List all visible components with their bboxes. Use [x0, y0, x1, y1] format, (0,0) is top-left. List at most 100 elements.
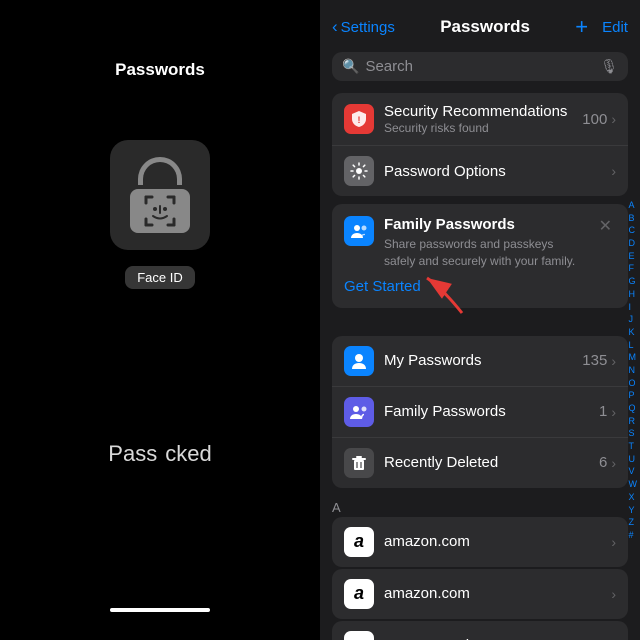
- nav-bar: ‹ Settings Passwords + Edit: [320, 0, 640, 48]
- alpha-v[interactable]: V: [629, 466, 638, 478]
- amazon-title-1: amazon.com: [384, 533, 601, 550]
- right-scroll-area[interactable]: ! Security Recommendations Security risk…: [320, 89, 640, 640]
- family-passwords-right: 1 ›: [599, 403, 616, 420]
- face-id-label: Face ID: [125, 266, 195, 289]
- password-options-content: Password Options: [384, 163, 601, 180]
- amazon-chevron-2-icon: ›: [611, 586, 616, 602]
- family-card-title: Family Passwords: [384, 216, 585, 233]
- alpha-p[interactable]: P: [629, 390, 638, 402]
- faceid-icon: [140, 191, 180, 231]
- alpha-t[interactable]: T: [629, 441, 638, 453]
- alpha-x[interactable]: X: [629, 492, 638, 504]
- search-input[interactable]: Search: [365, 58, 594, 75]
- security-right: 100 ›: [582, 111, 616, 128]
- alpha-hash[interactable]: #: [629, 530, 638, 542]
- person-icon: [350, 352, 368, 370]
- amazon-item-1[interactable]: a amazon.com ›: [332, 517, 628, 567]
- amazon-icon-1: a: [344, 527, 374, 557]
- family-card-icon: [344, 216, 374, 246]
- amazon-text-1: amazon.com: [384, 533, 601, 550]
- amazon-title-2: amazon.com: [384, 585, 601, 602]
- amazon-item-3[interactable]: a amazon work ›: [332, 621, 628, 640]
- recently-deleted-item[interactable]: Recently Deleted 6 ›: [332, 437, 628, 488]
- alpha-z[interactable]: Z: [629, 517, 638, 529]
- my-passwords-chevron-icon: ›: [611, 353, 616, 369]
- alpha-c[interactable]: C: [629, 225, 638, 237]
- family-passwords-item[interactable]: Family Passwords 1 ›: [332, 386, 628, 437]
- my-passwords-badge: 135: [582, 352, 607, 369]
- family-card-close-button[interactable]: ✕: [595, 216, 616, 236]
- lock-body: [130, 189, 190, 233]
- recently-deleted-icon: [344, 448, 374, 478]
- security-recommendations-item[interactable]: ! Security Recommendations Security risk…: [332, 93, 628, 145]
- amazon-chevron-1-icon: ›: [611, 534, 616, 550]
- alpha-q[interactable]: Q: [629, 403, 638, 415]
- family-passwords-title: Family Passwords: [384, 403, 589, 420]
- alpha-g[interactable]: G: [629, 276, 638, 288]
- family-passwords-icon: [344, 397, 374, 427]
- trash-icon: [350, 454, 368, 472]
- recently-deleted-right: 6 ›: [599, 454, 616, 471]
- alpha-s[interactable]: S: [629, 428, 638, 440]
- alpha-h[interactable]: H: [629, 289, 638, 301]
- lock-text-row: Pass cked: [108, 441, 211, 467]
- my-passwords-icon: [344, 346, 374, 376]
- alpha-k[interactable]: K: [629, 327, 638, 339]
- alpha-d[interactable]: D: [629, 238, 638, 250]
- edit-button[interactable]: Edit: [602, 19, 628, 36]
- nav-title: Passwords: [440, 17, 530, 37]
- amazon-item-2[interactable]: a amazon.com ›: [332, 569, 628, 619]
- family-card-desc: Share passwords and passkeys safely and …: [384, 236, 585, 270]
- add-button[interactable]: +: [575, 14, 588, 40]
- get-started-button[interactable]: Get Started: [344, 278, 421, 295]
- alpha-e[interactable]: E: [629, 251, 638, 263]
- family-card-header: Family Passwords Share passwords and pas…: [344, 216, 616, 270]
- pass-text-right: cked: [165, 441, 211, 467]
- recently-deleted-title: Recently Deleted: [384, 454, 589, 471]
- alpha-n[interactable]: N: [629, 365, 638, 377]
- section-security: ! Security Recommendations Security risk…: [332, 93, 628, 196]
- alpha-r[interactable]: R: [629, 416, 638, 428]
- pass-text-left: Pass: [108, 441, 157, 467]
- family-card-content: Family Passwords Share passwords and pas…: [384, 216, 585, 270]
- alpha-u[interactable]: U: [629, 454, 638, 466]
- family-passwords-card: Family Passwords Share passwords and pas…: [332, 204, 628, 308]
- alpha-m[interactable]: M: [629, 352, 638, 364]
- security-chevron-icon: ›: [611, 111, 616, 127]
- alpha-a[interactable]: A: [629, 200, 638, 212]
- back-button[interactable]: ‹ Settings: [332, 17, 395, 37]
- gear-icon: [350, 162, 368, 180]
- lock-container: Face ID: [110, 140, 210, 289]
- recently-deleted-content: Recently Deleted: [384, 454, 589, 471]
- red-arrow-annotation: [412, 268, 472, 318]
- password-options-item[interactable]: Password Options ›: [332, 145, 628, 196]
- recently-deleted-badge: 6: [599, 454, 607, 471]
- right-panel: ‹ Settings Passwords + Edit 🔍 Search 🎙 !: [320, 0, 640, 640]
- recently-deleted-chevron-icon: ›: [611, 455, 616, 471]
- alpha-i[interactable]: I: [629, 302, 638, 314]
- alpha-j[interactable]: J: [629, 314, 638, 326]
- alpha-o[interactable]: O: [629, 378, 638, 390]
- my-passwords-item[interactable]: My Passwords 135 ›: [332, 336, 628, 386]
- alpha-b[interactable]: B: [629, 213, 638, 225]
- svg-text:!: !: [358, 115, 361, 125]
- search-bar[interactable]: 🔍 Search 🎙: [332, 52, 628, 81]
- alpha-l[interactable]: L: [629, 340, 638, 352]
- alpha-w[interactable]: W: [629, 479, 638, 491]
- nav-actions: + Edit: [575, 14, 628, 40]
- family-passwords-badge: 1: [599, 403, 607, 420]
- amazon-icon-2: a: [344, 579, 374, 609]
- search-icon: 🔍: [342, 58, 359, 75]
- section-a-label: A: [320, 496, 640, 517]
- section-passwords: My Passwords 135 › Fa: [332, 336, 628, 488]
- mic-icon[interactable]: 🎙: [600, 58, 618, 75]
- alpha-y[interactable]: Y: [629, 505, 638, 517]
- alpha-f[interactable]: F: [629, 263, 638, 275]
- amazon-section: a amazon.com › a amazon.com › a amazon w…: [332, 517, 628, 640]
- left-title: Passwords: [115, 60, 205, 80]
- people-group-icon: [350, 403, 368, 421]
- password-options-right: ›: [611, 163, 616, 179]
- people-icon: [350, 222, 368, 240]
- family-passwords-chevron-icon: ›: [611, 404, 616, 420]
- alphabet-index-bar[interactable]: A B C D E F G H I J K L M N O P Q R S T …: [626, 200, 640, 542]
